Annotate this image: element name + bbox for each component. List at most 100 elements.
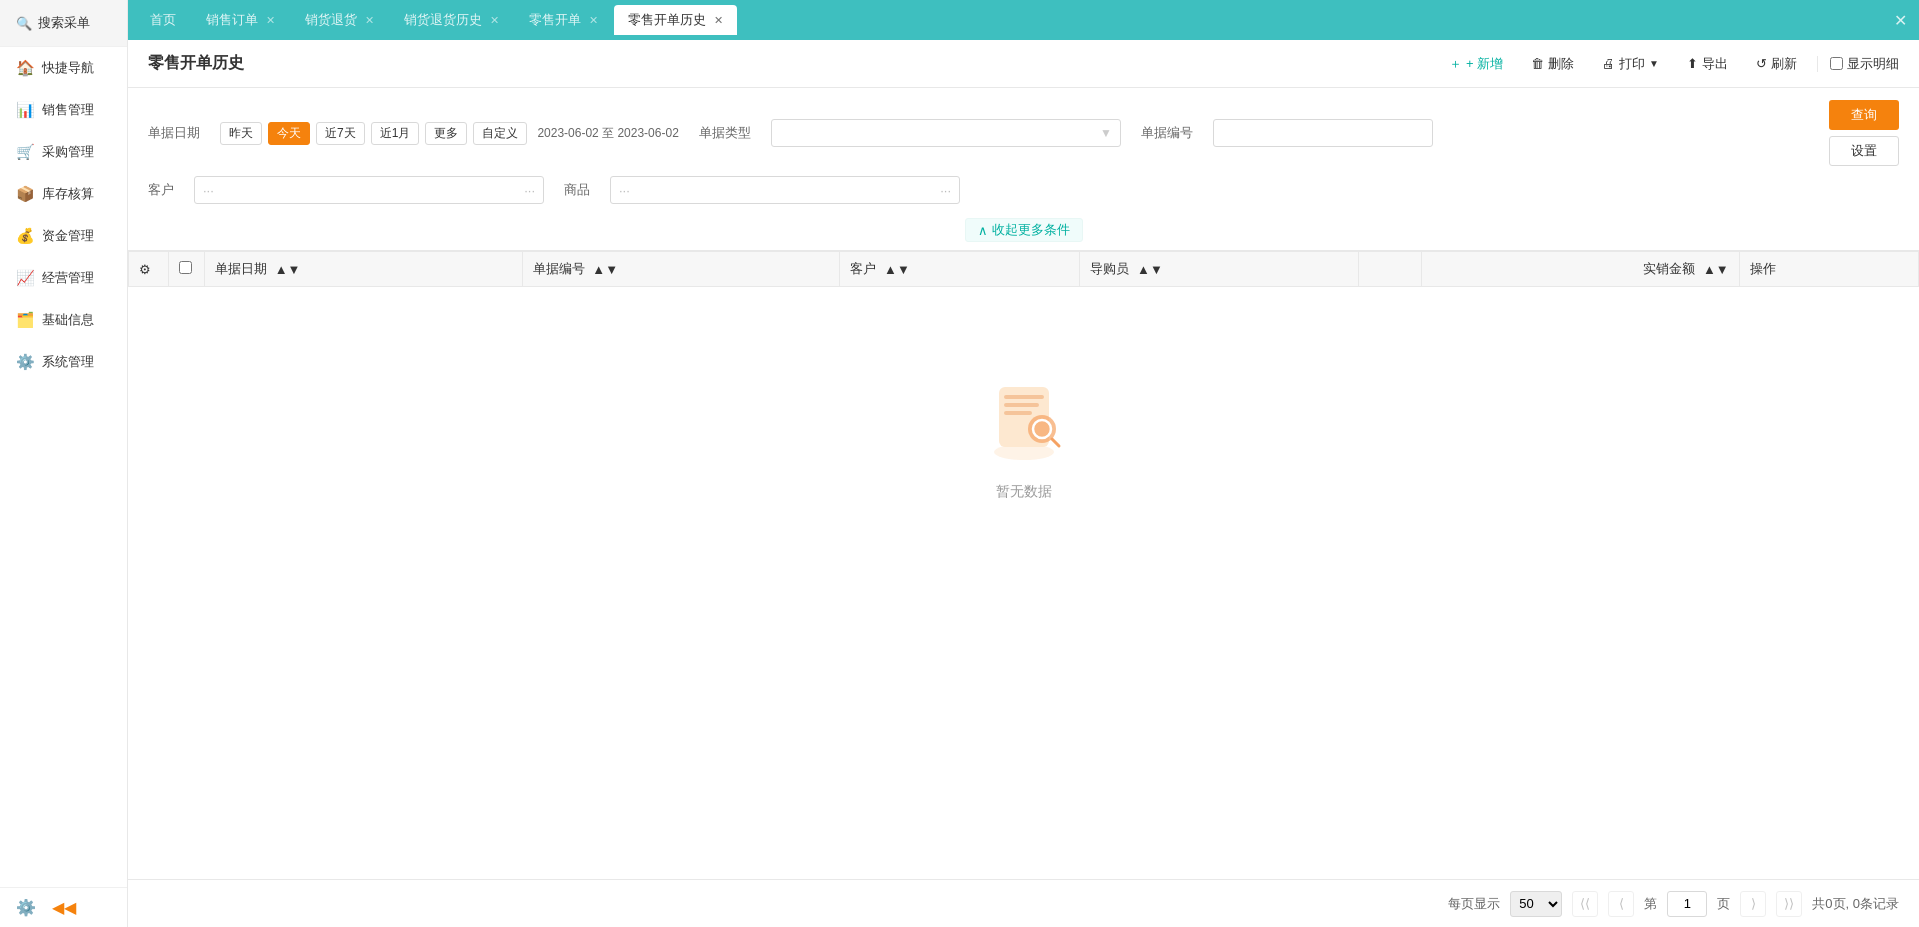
doc-type-arrow-icon: ▼ (1100, 126, 1112, 140)
sidebar-item-operations-mgmt[interactable]: 📈 经营管理 (0, 257, 127, 299)
sidebar-item-system-mgmt[interactable]: ⚙️ 系统管理 (0, 341, 127, 383)
date-sort-icon: ▲▼ (275, 262, 301, 277)
next-page-btn[interactable]: ⟩ (1740, 891, 1766, 917)
sidebar-item-basic-info[interactable]: 🗂️ 基础信息 (0, 299, 127, 341)
first-page-btn[interactable]: ⟨⟨ (1572, 891, 1598, 917)
tab-home[interactable]: 首页 (136, 5, 190, 35)
sidebar-item-purchase-mgmt[interactable]: 🛒 采购管理 (0, 131, 127, 173)
home-icon: 🏠 (16, 59, 34, 77)
date-btn-more[interactable]: 更多 (425, 122, 467, 145)
refresh-icon: ↺ (1756, 56, 1767, 71)
sidebar-footer: ⚙️ ◀◀ (0, 887, 127, 927)
sidebar-item-sales-mgmt[interactable]: 📊 销售管理 (0, 89, 127, 131)
collapse-button[interactable]: ∧ 收起更多条件 (965, 218, 1083, 242)
tab-sales-return-close[interactable]: ✕ (365, 14, 374, 27)
customer-sort-icon: ▲▼ (884, 262, 910, 277)
tab-home-label: 首页 (150, 11, 176, 29)
th-amount[interactable]: 实销金额 ▲▼ (1422, 252, 1740, 287)
display-detail-checkbox[interactable]: 显示明细 (1830, 55, 1899, 73)
sales-icon: 📊 (16, 101, 34, 119)
query-button[interactable]: 查询 (1829, 100, 1899, 130)
doc-no-input[interactable] (1213, 119, 1433, 147)
sidebar-search[interactable]: 🔍 搜索采单 (0, 0, 127, 47)
th-guide[interactable]: 导购员 ▲▼ (1080, 252, 1359, 287)
sidebar-item-finance-mgmt[interactable]: 💰 资金管理 (0, 215, 127, 257)
export-button[interactable]: ⬆ 导出 (1679, 51, 1736, 77)
guide-sort-icon: ▲▼ (1137, 262, 1163, 277)
total-info: 共0页, 0条记录 (1812, 895, 1899, 913)
customer-label: 客户 (148, 181, 174, 199)
date-range-text: 2023-06-02 至 2023-06-02 (537, 125, 678, 142)
filter-row-2: 客户 ··· ··· 商品 ··· ··· (148, 176, 1899, 204)
filter-settings-button[interactable]: 设置 (1829, 136, 1899, 166)
prev-page-btn[interactable]: ⟨ (1608, 891, 1634, 917)
tab-bar: 首页 销售订单 ✕ 销货退货 ✕ 销货退货历史 ✕ 零售开单 ✕ 零售开单历史 … (128, 0, 1919, 40)
table-area: ⚙ 单据日期 ▲▼ 单据编号 ▲▼ 客户 ▲▼ (128, 251, 1919, 879)
refresh-button[interactable]: ↺ 刷新 (1748, 51, 1805, 77)
delete-button[interactable]: 🗑 删除 (1523, 51, 1582, 77)
th-no[interactable]: 单据编号 ▲▼ (522, 252, 840, 287)
goods-select[interactable]: ··· ··· (610, 176, 960, 204)
filter-row-1: 单据日期 昨天 今天 近7天 近1月 更多 自定义 2023-06-02 至 2… (148, 100, 1899, 166)
goods-placeholder: ··· (619, 183, 630, 198)
no-sort-icon: ▲▼ (592, 262, 618, 277)
print-label: 打印 (1619, 55, 1645, 73)
per-page-label: 每页显示 (1448, 895, 1500, 913)
sidebar-item-label: 资金管理 (42, 227, 94, 245)
print-button[interactable]: 🖨 打印 ▼ (1594, 51, 1667, 77)
print-icon: 🖨 (1602, 56, 1615, 71)
per-page-select[interactable]: 50 100 200 (1510, 891, 1562, 917)
data-table: ⚙ 单据日期 ▲▼ 单据编号 ▲▼ 客户 ▲▼ (128, 251, 1919, 541)
tab-sales-order-close[interactable]: ✕ (266, 14, 275, 27)
date-btn-last-month[interactable]: 近1月 (371, 122, 420, 145)
customer-select[interactable]: ··· ··· (194, 176, 544, 204)
close-all-tabs-btn[interactable]: ✕ (1894, 11, 1907, 30)
doc-type-select[interactable]: ▼ (771, 119, 1121, 147)
tab-sales-order[interactable]: 销售订单 ✕ (192, 5, 289, 35)
settings-footer-btn[interactable]: ⚙️ (16, 898, 36, 917)
sidebar-item-inventory-calc[interactable]: 📦 库存核算 (0, 173, 127, 215)
select-all-checkbox[interactable] (179, 261, 192, 274)
refresh-label: 刷新 (1771, 55, 1797, 73)
date-btn-yesterday[interactable]: 昨天 (220, 122, 262, 145)
print-dropdown-icon: ▼ (1649, 58, 1659, 69)
tab-retail-open-history[interactable]: 零售开单历史 ✕ (614, 5, 737, 35)
empty-illustration (974, 367, 1074, 467)
sidebar-nav: 🏠 快捷导航 📊 销售管理 🛒 采购管理 📦 库存核算 💰 资金管理 📈 经营管… (0, 47, 127, 887)
tab-retail-open[interactable]: 零售开单 ✕ (515, 5, 612, 35)
goods-label: 商品 (564, 181, 590, 199)
tab-sales-return-history-close[interactable]: ✕ (490, 14, 499, 27)
th-no-label: 单据编号 (533, 261, 585, 276)
system-icon: ⚙️ (16, 353, 34, 371)
sidebar: 🔍 搜索采单 🏠 快捷导航 📊 销售管理 🛒 采购管理 📦 库存核算 💰 资金管… (0, 0, 128, 927)
th-date[interactable]: 单据日期 ▲▼ (205, 252, 523, 287)
date-btn-today[interactable]: 今天 (268, 122, 310, 145)
th-settings[interactable]: ⚙ (129, 252, 169, 287)
tab-sales-return-history[interactable]: 销货退货历史 ✕ (390, 5, 513, 35)
th-checkbox[interactable] (169, 252, 205, 287)
new-button[interactable]: ＋ + 新增 (1441, 51, 1511, 77)
collapse-sidebar-btn[interactable]: ◀◀ (52, 898, 76, 917)
th-amount-label: 实销金额 (1643, 261, 1695, 276)
delete-icon: 🗑 (1531, 56, 1544, 71)
sidebar-item-quick-nav[interactable]: 🏠 快捷导航 (0, 47, 127, 89)
page-title: 零售开单历史 (148, 53, 244, 74)
page-number-input[interactable]: 1 (1667, 891, 1707, 917)
date-btn-custom[interactable]: 自定义 (473, 122, 527, 145)
tab-retail-open-label: 零售开单 (529, 11, 581, 29)
tab-sales-return-label: 销货退货 (305, 11, 357, 29)
th-customer[interactable]: 客户 ▲▼ (840, 252, 1080, 287)
purchase-icon: 🛒 (16, 143, 34, 161)
basic-info-icon: 🗂️ (16, 311, 34, 329)
th-customer-label: 客户 (850, 261, 876, 276)
export-icon: ⬆ (1687, 56, 1698, 71)
svg-rect-4 (1004, 411, 1032, 415)
tab-retail-open-close[interactable]: ✕ (589, 14, 598, 27)
tab-sales-return[interactable]: 销货退货 ✕ (291, 5, 388, 35)
date-btn-last7[interactable]: 近7天 (316, 122, 365, 145)
last-page-btn[interactable]: ⟩⟩ (1776, 891, 1802, 917)
tab-retail-open-history-close[interactable]: ✕ (714, 14, 723, 27)
export-label: 导出 (1702, 55, 1728, 73)
th-guide-label: 导购员 (1090, 261, 1129, 276)
display-detail-input[interactable] (1830, 57, 1843, 70)
